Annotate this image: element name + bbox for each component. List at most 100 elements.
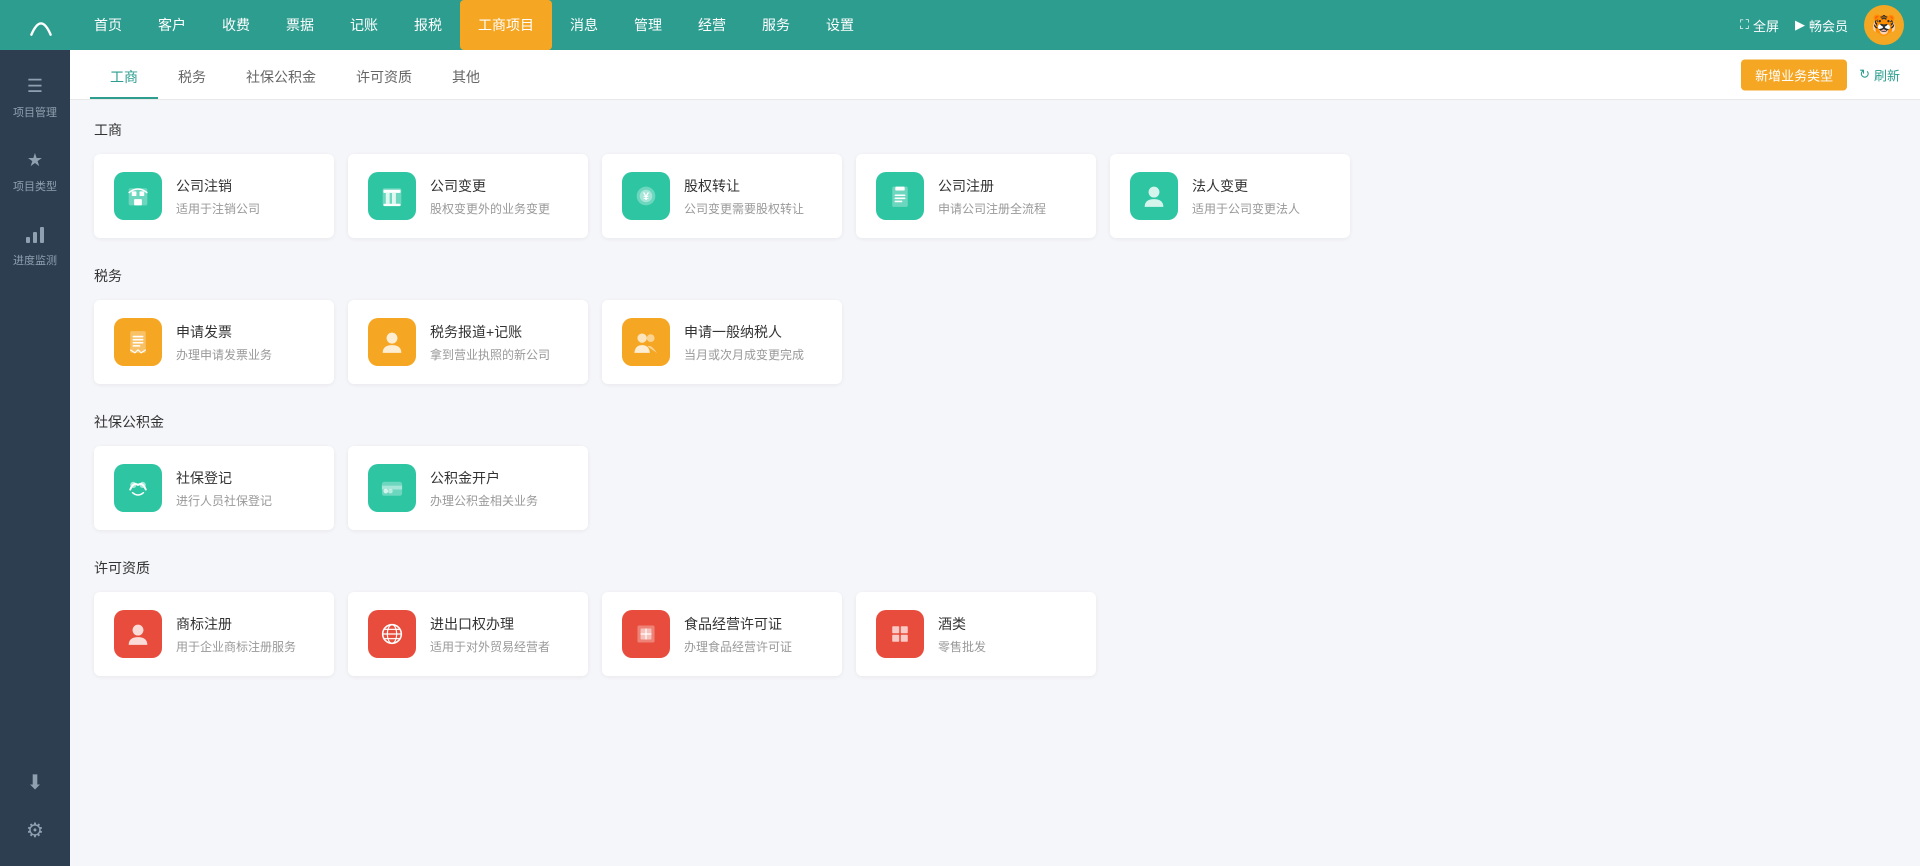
tab-税务[interactable]: 税务 bbox=[158, 67, 226, 99]
card-title: 公司注销 bbox=[176, 176, 260, 196]
card-进出口权办理[interactable]: 进出口权办理适用于对外贸易经营者 bbox=[348, 592, 588, 676]
section-title: 许可资质 bbox=[94, 558, 1896, 578]
card-icon bbox=[368, 464, 416, 512]
nav-item-工商项目[interactable]: 工商项目 bbox=[460, 0, 552, 50]
cards-grid: 商标注册用于企业商标注册服务 进出口权办理适用于对外贸易经营者 食品经营许可证办理食… bbox=[94, 592, 1896, 676]
section-社保公积金: 社保公积金社保登记进行人员社保登记公积金开户办理公积金相关业务 bbox=[94, 412, 1896, 530]
card-info: 法人变更适用于公司变更法人 bbox=[1192, 176, 1300, 217]
card-公司注册[interactable]: 公司注册申请公司注册全流程 bbox=[856, 154, 1096, 238]
settings-icon[interactable]: ⚙ bbox=[15, 810, 55, 850]
nav-item-收费[interactable]: 收费 bbox=[204, 0, 268, 50]
card-公司变更[interactable]: 公司变更股权变更外的业务变更 bbox=[348, 154, 588, 238]
nav-item-经营[interactable]: 经营 bbox=[680, 0, 744, 50]
nav-item-客户[interactable]: 客户 bbox=[140, 0, 204, 50]
fullscreen-button[interactable]: ⛶ 全屏 bbox=[1740, 16, 1779, 35]
section-许可资质: 许可资质商标注册用于企业商标注册服务 进出口权办理适用于对外贸易经营者 食品经营许可… bbox=[94, 558, 1896, 676]
mascot-avatar: 🐯 bbox=[1864, 5, 1904, 45]
card-info: 酒类零售批发 bbox=[938, 614, 986, 655]
card-desc: 适用于对外贸易经营者 bbox=[430, 638, 550, 655]
card-desc: 办理食品经营许可证 bbox=[684, 638, 792, 655]
card-icon bbox=[876, 610, 924, 658]
card-title: 股权转让 bbox=[684, 176, 804, 196]
video-icon: ▶ bbox=[1795, 17, 1805, 33]
nav-item-管理[interactable]: 管理 bbox=[616, 0, 680, 50]
tab-bar: 工商税务社保公积金许可资质其他 新增业务类型 ↻ 刷新 bbox=[70, 50, 1920, 100]
member-button[interactable]: ▶ 畅会员 bbox=[1795, 16, 1848, 35]
card-title: 进出口权办理 bbox=[430, 614, 550, 634]
card-申请一般纳税人[interactable]: 申请一般纳税人当月或次月成变更完成 bbox=[602, 300, 842, 384]
nav-item-记账[interactable]: 记账 bbox=[332, 0, 396, 50]
card-税务报道+记账[interactable]: 税务报道+记账拿到营业执照的新公司 bbox=[348, 300, 588, 384]
card-申请发票[interactable]: 申请发票办理申请发票业务 bbox=[94, 300, 334, 384]
nav-right: ⛶ 全屏 ▶ 畅会员 🐯 bbox=[1740, 5, 1904, 45]
tab-工商[interactable]: 工商 bbox=[90, 67, 158, 99]
card-icon bbox=[114, 610, 162, 658]
tab-actions: 新增业务类型 ↻ 刷新 bbox=[1741, 59, 1900, 90]
card-title: 公司注册 bbox=[938, 176, 1046, 196]
card-info: 商标注册用于企业商标注册服务 bbox=[176, 614, 296, 655]
scroll-area[interactable]: 工商公司注销适用于注销公司公司变更股权变更外的业务变更¥股权转让公司变更需要股权… bbox=[70, 100, 1920, 866]
star-icon: ★ bbox=[23, 148, 47, 172]
nav-item-设置[interactable]: 设置 bbox=[808, 0, 872, 50]
card-icon bbox=[622, 610, 670, 658]
tab-许可资质[interactable]: 许可资质 bbox=[336, 67, 432, 99]
refresh-label: 刷新 bbox=[1874, 65, 1900, 84]
card-desc: 零售批发 bbox=[938, 638, 986, 655]
card-title: 商标注册 bbox=[176, 614, 296, 634]
add-business-type-button[interactable]: 新增业务类型 bbox=[1741, 59, 1847, 90]
download-icon[interactable]: ⬇ bbox=[15, 762, 55, 802]
list-icon: ☰ bbox=[23, 74, 47, 98]
card-title: 公积金开户 bbox=[430, 468, 538, 488]
tab-社保公积金[interactable]: 社保公积金 bbox=[226, 67, 336, 99]
chart-icon bbox=[23, 222, 47, 246]
card-desc: 进行人员社保登记 bbox=[176, 492, 272, 509]
sidebar-item-project-type[interactable]: ★ 项目类型 bbox=[0, 134, 70, 208]
card-info: 公司注销适用于注销公司 bbox=[176, 176, 260, 217]
card-info: 税务报道+记账拿到营业执照的新公司 bbox=[430, 322, 550, 363]
card-desc: 申请公司注册全流程 bbox=[938, 200, 1046, 217]
section-title: 税务 bbox=[94, 266, 1896, 286]
card-title: 酒类 bbox=[938, 614, 986, 634]
nav-item-报税[interactable]: 报税 bbox=[396, 0, 460, 50]
card-title: 税务报道+记账 bbox=[430, 322, 550, 342]
card-icon bbox=[114, 172, 162, 220]
nav-item-票据[interactable]: 票据 bbox=[268, 0, 332, 50]
top-navigation: 首页客户收费票据记账报税工商项目消息管理经营服务设置 ⛶ 全屏 ▶ 畅会员 🐯 bbox=[0, 0, 1920, 50]
card-公司注销[interactable]: 公司注销适用于注销公司 bbox=[94, 154, 334, 238]
card-title: 法人变更 bbox=[1192, 176, 1300, 196]
main-layout: ☰ 项目管理 ★ 项目类型 进度监测 ⬇ ⚙ 工商税务社保公积金许可资质其 bbox=[0, 50, 1920, 866]
card-社保登记[interactable]: 社保登记进行人员社保登记 bbox=[94, 446, 334, 530]
nav-item-首页[interactable]: 首页 bbox=[76, 0, 140, 50]
tab-其他[interactable]: 其他 bbox=[432, 67, 500, 99]
card-食品经营许可证[interactable]: 食品经营许可证办理食品经营许可证 bbox=[602, 592, 842, 676]
sidebar-label-progress-monitor: 进度监测 bbox=[13, 252, 57, 268]
content-area: 工商税务社保公积金许可资质其他 新增业务类型 ↻ 刷新 工商公司注销适用于注销公… bbox=[70, 50, 1920, 866]
card-title: 申请发票 bbox=[176, 322, 272, 342]
refresh-button[interactable]: ↻ 刷新 bbox=[1859, 65, 1900, 84]
sidebar-bottom: ⬇ ⚙ bbox=[0, 762, 70, 866]
card-酒类[interactable]: 酒类零售批发 bbox=[856, 592, 1096, 676]
card-法人变更[interactable]: 法人变更适用于公司变更法人 bbox=[1110, 154, 1350, 238]
nav-item-服务[interactable]: 服务 bbox=[744, 0, 808, 50]
card-info: 公司注册申请公司注册全流程 bbox=[938, 176, 1046, 217]
card-title: 社保登记 bbox=[176, 468, 272, 488]
card-公积金开户[interactable]: 公积金开户办理公积金相关业务 bbox=[348, 446, 588, 530]
nav-menu: 首页客户收费票据记账报税工商项目消息管理经营服务设置 bbox=[76, 0, 1740, 50]
card-股权转让[interactable]: ¥股权转让公司变更需要股权转让 bbox=[602, 154, 842, 238]
card-info: 进出口权办理适用于对外贸易经营者 bbox=[430, 614, 550, 655]
card-title: 公司变更 bbox=[430, 176, 550, 196]
nav-item-消息[interactable]: 消息 bbox=[552, 0, 616, 50]
fullscreen-icon: ⛶ bbox=[1740, 17, 1749, 33]
card-icon bbox=[114, 464, 162, 512]
card-商标注册[interactable]: 商标注册用于企业商标注册服务 bbox=[94, 592, 334, 676]
sidebar-item-project-management[interactable]: ☰ 项目管理 bbox=[0, 60, 70, 134]
sidebar: ☰ 项目管理 ★ 项目类型 进度监测 ⬇ ⚙ bbox=[0, 50, 70, 866]
cards-grid: 公司注销适用于注销公司公司变更股权变更外的业务变更¥股权转让公司变更需要股权转让… bbox=[94, 154, 1896, 238]
sidebar-label-project-management: 项目管理 bbox=[13, 104, 57, 120]
logo bbox=[16, 0, 66, 50]
sidebar-item-progress-monitor[interactable]: 进度监测 bbox=[0, 208, 70, 282]
card-desc: 股权变更外的业务变更 bbox=[430, 200, 550, 217]
card-icon bbox=[876, 172, 924, 220]
card-desc: 当月或次月成变更完成 bbox=[684, 346, 804, 363]
card-icon bbox=[622, 318, 670, 366]
